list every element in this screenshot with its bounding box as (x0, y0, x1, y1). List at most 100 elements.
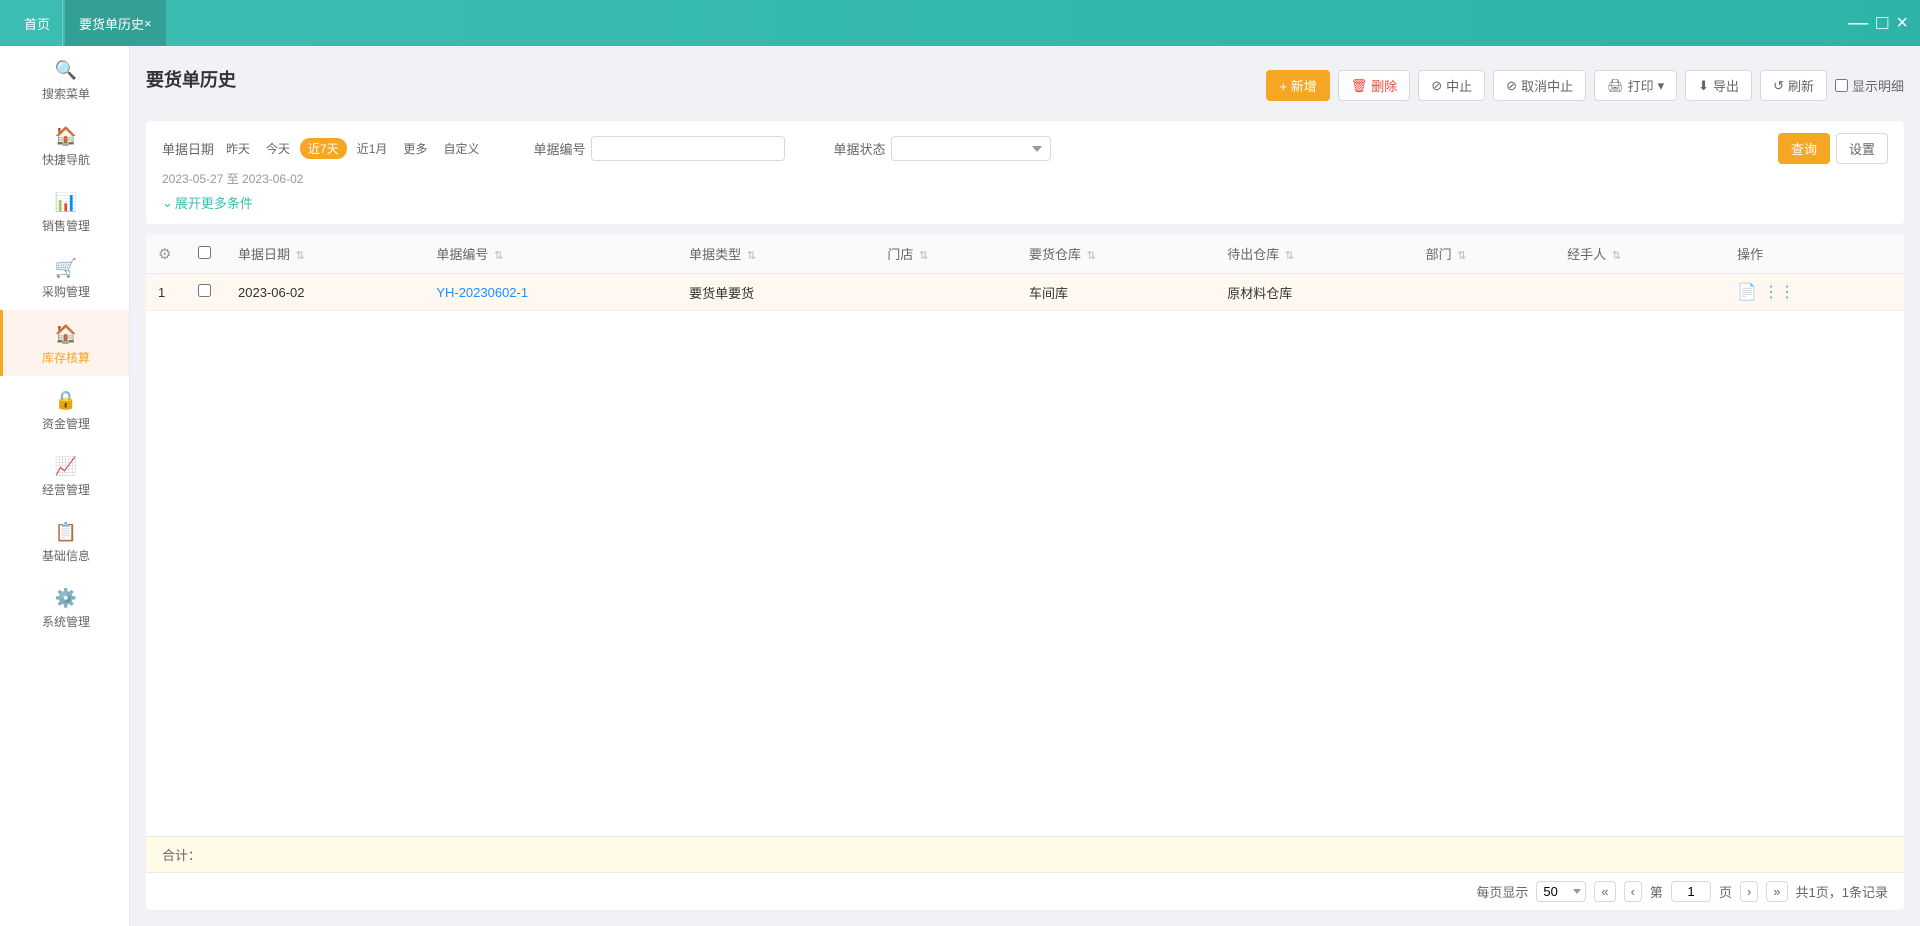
new-button[interactable]: + 新增 (1266, 70, 1329, 101)
refresh-button[interactable]: ↺ 刷新 (1760, 70, 1827, 101)
select-all-checkbox[interactable] (198, 246, 211, 259)
th-store[interactable]: 门店 ⇅ (875, 234, 1017, 274)
window-minimize-icon[interactable]: — (1848, 12, 1868, 35)
top-right-controls: — □ × (1848, 12, 1908, 35)
th-handler[interactable]: 经手人 ⇅ (1555, 234, 1725, 274)
gear-icon[interactable]: ⚙ (158, 246, 171, 263)
prev-page-button[interactable]: ‹ (1624, 881, 1642, 902)
row-more-icon[interactable]: ⋮⋮ (1763, 282, 1795, 302)
doc-number-input[interactable] (591, 136, 785, 161)
td-doc-type: 要货单要货 (677, 274, 875, 311)
tab-active[interactable]: 要货单历史 × (65, 0, 166, 46)
home-tab-label: 首页 (24, 14, 50, 33)
row-checkbox[interactable] (198, 284, 211, 297)
th-pending-warehouse[interactable]: 待出仓库 ⇅ (1215, 234, 1413, 274)
sidebar-item-label-inventory: 库存核算 (42, 349, 90, 366)
page-size-select[interactable]: 50 100 200 (1536, 881, 1586, 902)
stop-button[interactable]: ⊘ 中止 (1418, 70, 1485, 101)
page-number-input[interactable] (1671, 881, 1711, 902)
sidebar-item-label-purchase: 采购管理 (42, 283, 90, 300)
status-filter: 单据状态 待审核 已审核 已中止 (833, 136, 1051, 161)
td-row-num: 1 (146, 274, 186, 311)
print-label: 打印 (1628, 76, 1654, 95)
th-doc-number[interactable]: 单据编号 ⇅ (424, 234, 677, 274)
sidebar-item-sales[interactable]: 📊 销售管理 (0, 178, 129, 244)
sidebar-item-system[interactable]: ⚙️ 系统管理 (0, 574, 129, 640)
row-actions: 📄 ⋮⋮ (1737, 282, 1892, 302)
print-dropdown-icon: ▾ (1658, 78, 1665, 94)
td-checkbox (186, 274, 226, 311)
sidebar-item-inventory[interactable]: 🏠 库存核算 (0, 310, 129, 376)
sidebar-item-basic-info[interactable]: 📋 基础信息 (0, 508, 129, 574)
doc-number-link[interactable]: YH-20230602-1 (436, 285, 528, 300)
th-date[interactable]: 单据日期 ⇅ (226, 234, 424, 274)
expand-more[interactable]: ⌄ 展开更多条件 (162, 193, 1888, 212)
system-icon: ⚙️ (55, 588, 77, 609)
filter-action-buttons: 查询 设置 (1778, 133, 1888, 164)
print-button[interactable]: 🖨 打印 ▾ (1594, 70, 1677, 101)
total-label: 合计： (162, 848, 201, 863)
go-page-label: 第 (1650, 882, 1663, 901)
sort-date-icon: ⇅ (296, 250, 305, 262)
sidebar-item-label-quicknav: 快捷导航 (42, 151, 90, 168)
th-gear[interactable]: ⚙ (146, 234, 186, 274)
th-doc-type[interactable]: 单据类型 ⇅ (677, 234, 875, 274)
refresh-label: 刷新 (1788, 76, 1814, 95)
date-btn-more[interactable]: 更多 (397, 138, 433, 159)
pagination: 每页显示 50 100 200 « ‹ 第 页 › » 共1页，1条记 (146, 872, 1904, 910)
sidebar-item-operations[interactable]: 📈 经营管理 (0, 442, 129, 508)
show-detail-checkbox[interactable] (1835, 79, 1848, 92)
print-icon: 🖨 (1607, 78, 1624, 94)
date-range-display: 2023-05-27 至 2023-06-02 (162, 170, 303, 187)
sort-doctype-icon: ⇅ (747, 250, 756, 262)
sidebar-item-label-basic: 基础信息 (42, 547, 90, 564)
settings-button[interactable]: 设置 (1836, 133, 1888, 164)
td-handler (1555, 274, 1725, 311)
doc-number-label: 单据编号 (533, 139, 585, 158)
tab-home[interactable]: 首页 (12, 0, 63, 46)
date-btn-today[interactable]: 今天 (260, 138, 296, 159)
sidebar: 🔍 搜索菜单 🏠 快捷导航 📊 销售管理 🛒 采购管理 🏠 库存核算 🔒 (0, 46, 130, 926)
top-bar: 首页 要货单历史 × — □ × (0, 0, 1920, 46)
date-filter: 单据日期 昨天 今天 近7天 近1月 更多 自定义 (162, 138, 485, 159)
row-edit-icon[interactable]: 📄 (1737, 282, 1757, 302)
content-area: 要货单历史 + 新增 🗑 删除 ⊘ 中止 ⊘ 取消中止 (130, 46, 1920, 926)
sort-store-icon: ⇅ (919, 250, 928, 262)
sidebar-item-search-menu[interactable]: 🔍 搜索菜单 (0, 46, 129, 112)
sidebar-item-quick-nav[interactable]: 🏠 快捷导航 (0, 112, 129, 178)
window-maximize-icon[interactable]: □ (1876, 12, 1888, 35)
sidebar-item-finance[interactable]: 🔒 资金管理 (0, 376, 129, 442)
cancel-stop-button[interactable]: ⊘ 取消中止 (1493, 70, 1586, 101)
main-area: 🔍 搜索菜单 🏠 快捷导航 📊 销售管理 🛒 采购管理 🏠 库存核算 🔒 (0, 46, 1920, 926)
page-area: 要货单历史 + 新增 🗑 删除 ⊘ 中止 ⊘ 取消中止 (130, 46, 1920, 926)
export-button[interactable]: ⬇ 导出 (1685, 70, 1752, 101)
first-page-button[interactable]: « (1594, 881, 1615, 902)
search-menu-icon: 🔍 (55, 60, 77, 81)
query-button[interactable]: 查询 (1778, 133, 1830, 164)
th-department[interactable]: 部门 ⇅ (1414, 234, 1556, 274)
next-page-button[interactable]: › (1740, 881, 1758, 902)
operations-icon: 📈 (55, 456, 77, 477)
expand-label: 展开更多条件 (175, 193, 253, 212)
table-header-row: ⚙ 单据日期 ⇅ 单据编号 ⇅ 单据类型 ⇅ 门店 ⇅ 要货仓库 (146, 234, 1904, 274)
status-select[interactable]: 待审核 已审核 已中止 (891, 136, 1051, 161)
date-btn-custom[interactable]: 自定义 (437, 138, 485, 159)
tab-close-icon[interactable]: × (144, 16, 152, 31)
last-page-button[interactable]: » (1766, 881, 1787, 902)
cancel-stop-icon: ⊘ (1506, 78, 1517, 94)
status-label: 单据状态 (833, 139, 885, 158)
show-detail-checkbox-label[interactable]: 显示明细 (1835, 76, 1904, 95)
td-date: 2023-06-02 (226, 274, 424, 311)
delete-button[interactable]: 🗑 删除 (1338, 70, 1411, 101)
date-btn-7days[interactable]: 近7天 (300, 138, 347, 159)
sidebar-item-purchase[interactable]: 🛒 采购管理 (0, 244, 129, 310)
th-req-warehouse[interactable]: 要货仓库 ⇅ (1017, 234, 1215, 274)
finance-icon: 🔒 (55, 390, 77, 411)
date-btn-yesterday[interactable]: 昨天 (220, 138, 256, 159)
sidebar-item-label-search: 搜索菜单 (42, 85, 90, 102)
stop-label: 中止 (1446, 76, 1472, 95)
date-btn-1month[interactable]: 近1月 (351, 138, 394, 159)
sort-reqwh-icon: ⇅ (1087, 250, 1096, 262)
th-actions: 操作 (1725, 234, 1904, 274)
window-close-icon[interactable]: × (1896, 12, 1908, 35)
